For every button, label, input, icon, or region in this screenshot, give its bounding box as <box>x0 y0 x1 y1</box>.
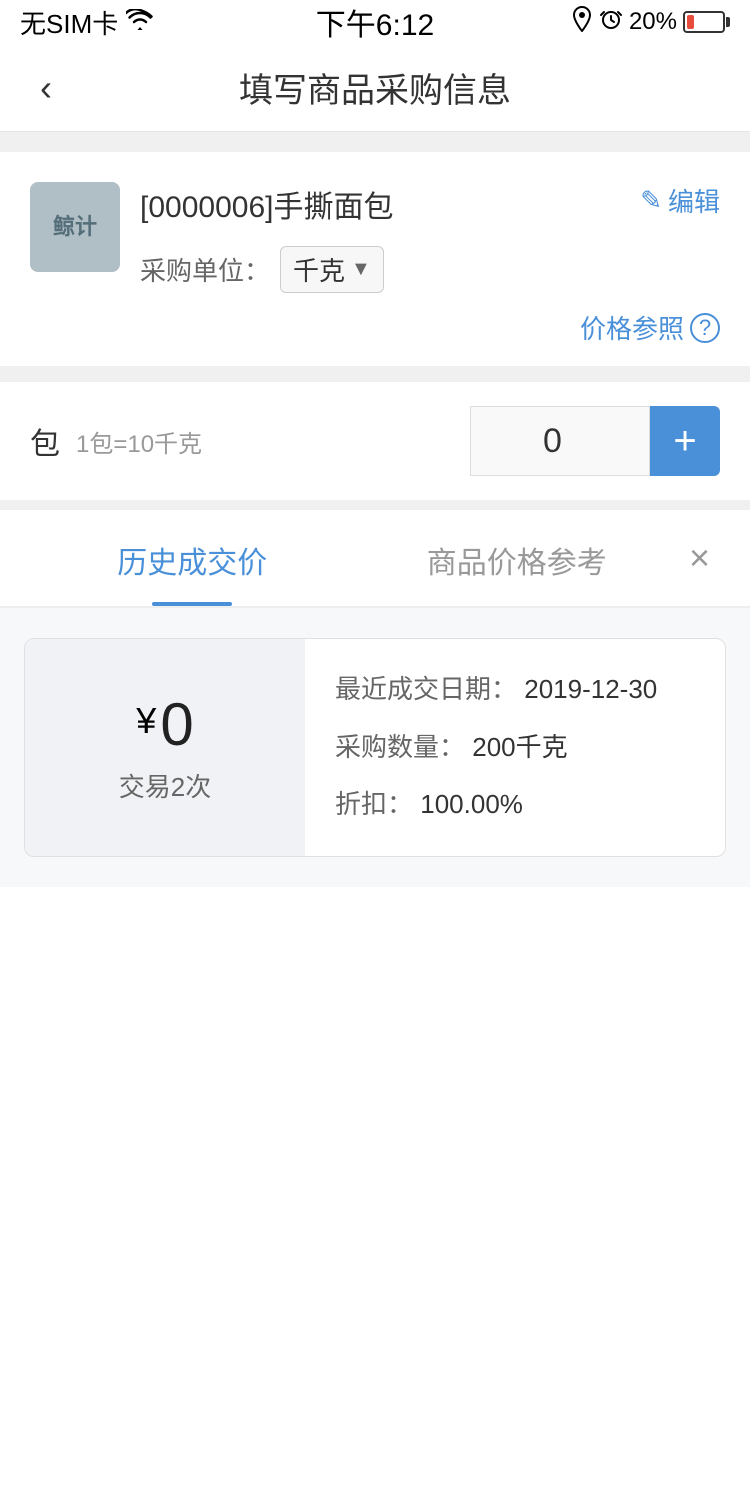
section-divider <box>0 366 750 382</box>
unit-value: 千克 <box>293 251 345 288</box>
empty-space <box>0 887 750 1487</box>
price-right-panel: 最近成交日期： 2019-12-30 采购数量： 200千克 折扣： 100.0… <box>305 639 725 856</box>
purchase-qty-label: 采购数量： <box>335 732 465 762</box>
price-amount: 0 <box>160 690 193 759</box>
tabs-section: 历史成交价 商品价格参考 × ¥ 0 交易2次 最近成交日期： 2019-12-… <box>0 510 750 1487</box>
currency-symbol: ¥ <box>136 700 156 742</box>
tab-history-price-label: 历史成交价 <box>117 547 267 580</box>
battery-icon <box>683 11 730 33</box>
purchase-qty-value: 200千克 <box>472 732 567 762</box>
tab-product-price-ref-label: 商品价格参考 <box>427 547 607 580</box>
tabs-bar: 历史成交价 商品价格参考 × <box>0 510 750 608</box>
latest-date-label: 最近成交日期： <box>335 674 517 704</box>
close-button[interactable]: × <box>679 527 720 589</box>
product-left: 鲸计 [0000006]手撕面包 采购单位： 千克 ▼ <box>30 182 393 293</box>
product-name: [0000006]手撕面包 <box>140 182 393 226</box>
price-card: ¥ 0 交易2次 最近成交日期： 2019-12-30 采购数量： 200千克 … <box>24 638 726 857</box>
nav-bar: ‹ 填写商品采购信息 <box>0 44 750 132</box>
status-bar: 无SIM卡 下午6:12 20% <box>0 0 750 44</box>
status-time: 下午6:12 <box>316 0 434 44</box>
edit-button[interactable]: ✎ 编辑 <box>640 182 720 219</box>
quantity-input-group: + <box>470 406 720 476</box>
back-button[interactable]: ‹ <box>30 57 62 119</box>
unit-label-group: 包 1包=10千克 <box>30 419 202 463</box>
purchase-qty-row: 采购数量： 200千克 <box>335 727 695 769</box>
edit-label: 编辑 <box>668 182 720 219</box>
tab-history-price[interactable]: 历史成交价 <box>30 510 354 606</box>
unit-conversion: 1包=10千克 <box>76 424 202 459</box>
product-info: [0000006]手撕面包 采购单位： 千克 ▼ <box>140 182 393 293</box>
alarm-icon <box>599 7 623 38</box>
location-icon <box>571 6 593 39</box>
latest-date-value: 2019-12-30 <box>524 674 657 704</box>
product-icon: 鲸计 <box>30 182 120 272</box>
status-left: 无SIM卡 <box>20 4 154 41</box>
product-logo: 鲸计 <box>53 214 97 240</box>
wifi-icon <box>126 7 154 38</box>
edit-icon: ✎ <box>640 185 662 216</box>
unit-dropdown[interactable]: 千克 ▼ <box>280 246 384 293</box>
discount-row: 折扣： 100.00% <box>335 784 695 826</box>
purchase-unit-row: 采购单位： 千克 ▼ <box>140 246 393 293</box>
price-ref-button[interactable]: 价格参照 <box>580 309 684 346</box>
quantity-input[interactable] <box>470 406 650 476</box>
page-title: 填写商品采购信息 <box>239 63 511 112</box>
price-left-panel: ¥ 0 交易2次 <box>25 639 305 856</box>
quantity-section: 包 1包=10千克 + <box>0 382 750 500</box>
purchase-unit-label: 采购单位： <box>140 251 270 288</box>
price-ref-row: 价格参照 ? <box>30 309 720 346</box>
product-header: 鲸计 [0000006]手撕面包 采购单位： 千克 ▼ ✎ 编辑 <box>30 182 720 293</box>
network-label: 无SIM卡 <box>20 4 118 41</box>
price-trades: 交易2次 <box>119 767 211 804</box>
help-icon[interactable]: ? <box>690 313 720 343</box>
tab-underline <box>152 602 232 606</box>
tab-product-price-ref[interactable]: 商品价格参考 <box>354 510 678 606</box>
quantity-plus-button[interactable]: + <box>650 406 720 476</box>
discount-value: 100.00% <box>420 789 523 819</box>
latest-date-row: 最近成交日期： 2019-12-30 <box>335 669 695 711</box>
discount-label: 折扣： <box>335 789 413 819</box>
status-right: 20% <box>571 6 730 39</box>
product-section: 鲸计 [0000006]手撕面包 采购单位： 千克 ▼ ✎ 编辑 价格参照 ? <box>0 152 750 366</box>
battery-percent: 20% <box>629 8 677 36</box>
unit-box: 包 <box>30 419 60 463</box>
dropdown-arrow-icon: ▼ <box>351 258 371 281</box>
price-amount-display: ¥ 0 <box>136 690 193 759</box>
